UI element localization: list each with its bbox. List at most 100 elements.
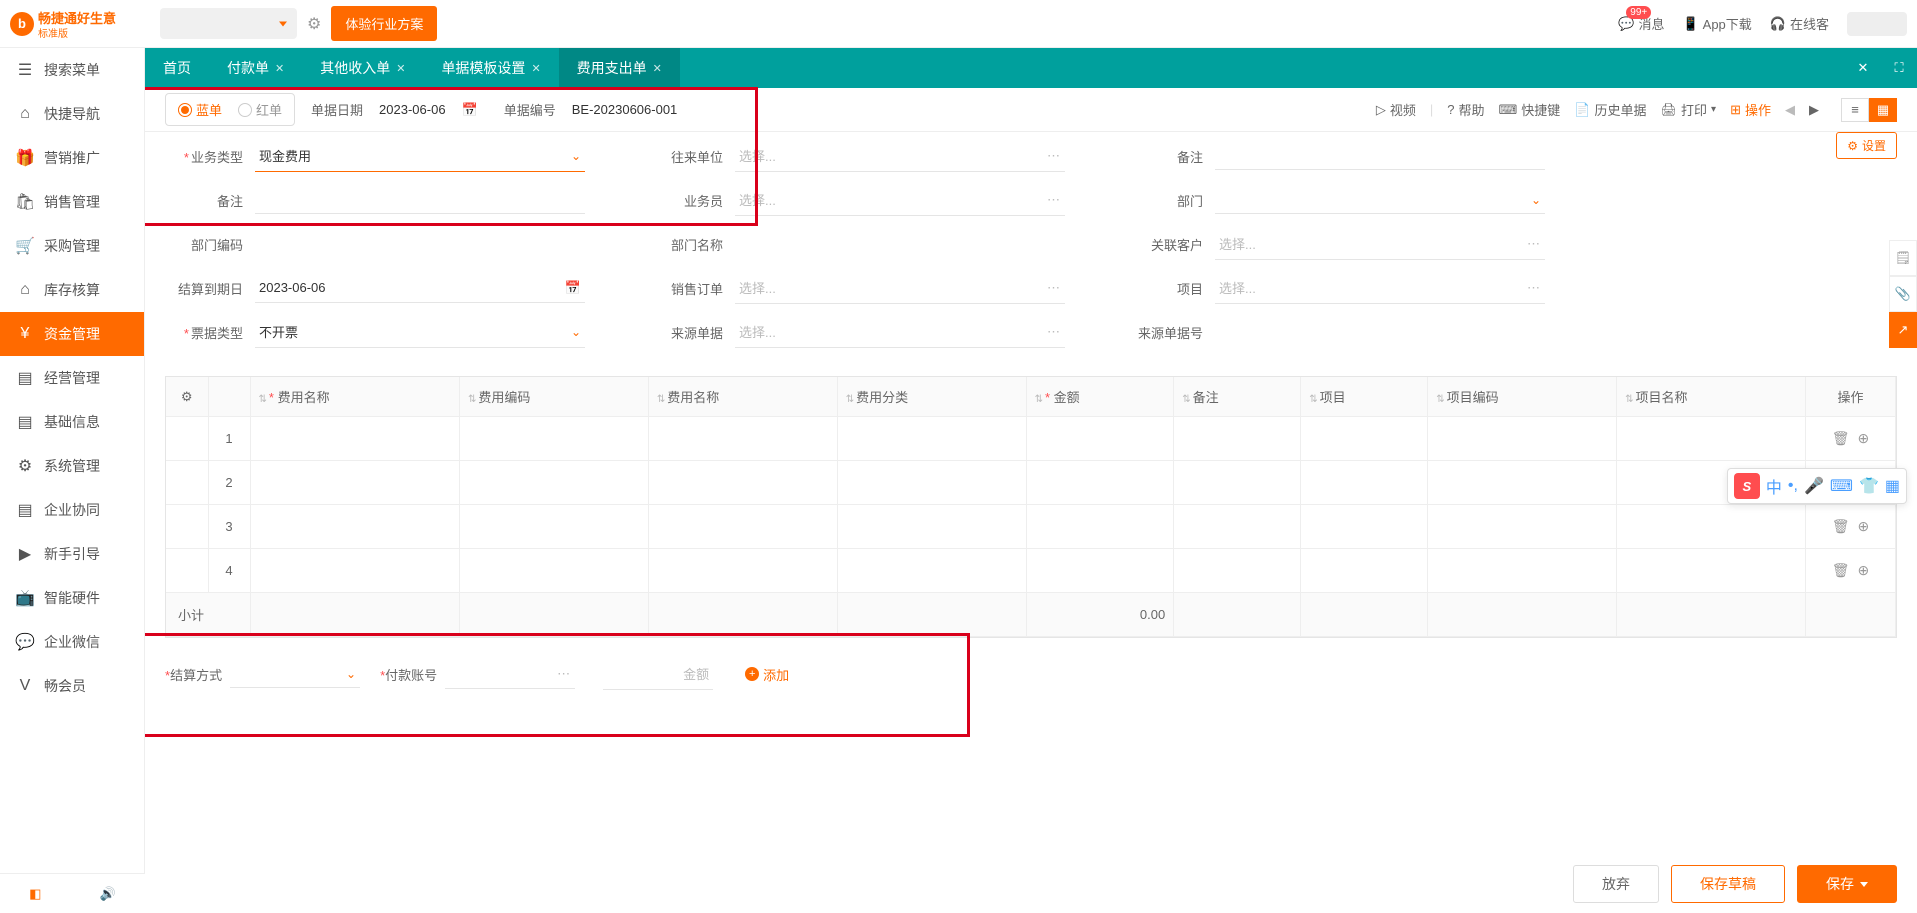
add-row-icon[interactable]: ⊕ [1858, 518, 1870, 534]
gear-icon[interactable]: ⚙ [307, 14, 321, 34]
table-row[interactable]: 1🗑⊕ [166, 417, 1896, 461]
blue-bill-radio[interactable]: 蓝单 [178, 100, 222, 119]
sidebar-item-8[interactable]: ▤基础信息 [0, 400, 144, 444]
tab-close-icon[interactable]: ✕ [396, 62, 405, 75]
pay-account-select[interactable]: ⋯ [445, 660, 575, 689]
delete-row-icon[interactable]: 🗑 [1832, 430, 1850, 446]
history-link[interactable]: 📄历史单据 [1574, 100, 1646, 119]
sidebar-item-9[interactable]: ⚙系统管理 [0, 444, 144, 488]
tab-close-icon[interactable]: ✕ [275, 62, 284, 75]
sidebar-item-6[interactable]: ¥资金管理 [0, 312, 144, 356]
sidebar-item-7[interactable]: ▤经营管理 [0, 356, 144, 400]
table-header[interactable]: ⇅项目编码 [1428, 377, 1617, 417]
table-header[interactable]: ⇅备注 [1174, 377, 1301, 417]
help-link[interactable]: ?帮助 [1447, 100, 1484, 119]
project-select[interactable]: 选择...⋯ [1215, 272, 1545, 304]
print-link[interactable]: 🖨打印▾ [1661, 100, 1717, 119]
settle-method-select[interactable]: ⌄ [230, 661, 360, 688]
calendar-icon[interactable]: 📅 [462, 102, 478, 118]
delete-row-icon[interactable]: 🗑 [1832, 518, 1850, 534]
red-bill-radio[interactable]: 红单 [238, 100, 282, 119]
save-button[interactable]: 保存 [1797, 865, 1897, 903]
add-row-icon[interactable]: ⊕ [1858, 562, 1870, 578]
ime-keyboard-icon[interactable]: ⌨ [1830, 476, 1853, 496]
table-header[interactable]: ⇅费用名称 [648, 377, 837, 417]
video-link[interactable]: ▷视频 [1376, 100, 1416, 119]
save-draft-button[interactable]: 保存草稿 [1671, 865, 1785, 903]
discard-button[interactable]: 放弃 [1573, 865, 1659, 903]
rail-attach-icon[interactable]: 📎 [1889, 276, 1917, 312]
app-download-link[interactable]: 📱 App下载 [1682, 14, 1751, 33]
next-doc-icon[interactable]: ▶ [1809, 102, 1819, 118]
sidebar-item-1[interactable]: ⌂快捷导航 [0, 92, 144, 136]
ime-punct-icon[interactable]: •, [1788, 477, 1798, 495]
add-payment-link[interactable]: 添加 [745, 665, 789, 684]
prev-doc-icon[interactable]: ◀ [1785, 102, 1795, 118]
sidebar-item-3[interactable]: 🛍销售管理 [0, 180, 144, 224]
table-header[interactable]: ⇅项目名称 [1617, 377, 1806, 417]
table-settings-col[interactable]: ⚙ [166, 377, 208, 417]
tab-fullscreen-icon[interactable]: ⛶ [1881, 48, 1917, 88]
tab-3[interactable]: 单据模板设置✕ [423, 48, 558, 88]
add-row-icon[interactable]: ⊕ [1858, 430, 1870, 446]
sidebar-item-4[interactable]: 🛒采购管理 [0, 224, 144, 268]
delete-row-icon[interactable]: 🗑 [1832, 562, 1850, 578]
table-row[interactable]: 2🗑⊕ [166, 461, 1896, 505]
invoice-type-select[interactable]: 不开票⌄ [255, 316, 585, 348]
try-industry-button[interactable]: 体验行业方案 [331, 6, 437, 41]
table-header[interactable]: ⇅费用编码 [459, 377, 648, 417]
remark2-input[interactable] [255, 186, 585, 214]
rel-customer-select[interactable]: 选择...⋯ [1215, 228, 1545, 260]
shortcut-link[interactable]: ⌨快捷键 [1499, 100, 1561, 119]
operate-link[interactable]: ⊞操作 [1730, 100, 1771, 119]
rail-note-icon[interactable]: 🗒 [1889, 240, 1917, 276]
sound-icon[interactable]: 🔊 [100, 886, 116, 902]
settings-button[interactable]: ⚙设置 [1836, 132, 1897, 159]
tab-close-all-icon[interactable]: ✕ [1845, 48, 1881, 88]
tab-0[interactable]: 首页 [145, 48, 209, 88]
sidebar-item-13[interactable]: 💬企业微信 [0, 620, 144, 664]
tab-close-icon[interactable]: ✕ [531, 62, 540, 75]
dept-select[interactable]: ⌄ [1215, 186, 1545, 214]
sidebar-item-0[interactable]: ☰搜索菜单 [0, 48, 144, 92]
table-header[interactable]: ⇅* 金额 [1026, 377, 1174, 417]
ime-toolbar[interactable]: S 中 •, 🎤 ⌨ 👕 ▦ [1727, 468, 1907, 504]
sidebar-label: 快捷导航 [44, 104, 100, 124]
user-avatar[interactable] [1847, 12, 1907, 36]
online-service-link[interactable]: 🎧 在线客 [1770, 14, 1829, 33]
list-view-button[interactable]: ≡ [1841, 98, 1869, 122]
doc-date-value[interactable]: 2023-06-06 [379, 102, 446, 117]
sidebar-item-14[interactable]: V畅会员 [0, 664, 144, 708]
sidebar-item-2[interactable]: 🎁营销推广 [0, 136, 144, 180]
collapse-icon[interactable]: ◧ [29, 886, 41, 902]
operator-select[interactable]: 选择...⋯ [735, 184, 1065, 216]
tab-2[interactable]: 其他收入单✕ [302, 48, 423, 88]
sales-order-select[interactable]: 选择...⋯ [735, 272, 1065, 304]
source-doc-select[interactable]: 选择...⋯ [735, 316, 1065, 348]
pay-amount-input[interactable]: 金额 [603, 658, 713, 690]
ime-mic-icon[interactable]: 🎤 [1804, 476, 1824, 496]
table-header[interactable]: ⇅* 费用名称 [250, 377, 459, 417]
table-header[interactable]: ⇅费用分类 [837, 377, 1026, 417]
tab-1[interactable]: 付款单✕ [209, 48, 302, 88]
sidebar-item-12[interactable]: 📺智能硬件 [0, 576, 144, 620]
ime-skin-icon[interactable]: 👕 [1859, 476, 1879, 496]
form-view-button[interactable]: ▦ [1869, 98, 1897, 122]
sidebar-item-10[interactable]: ▤企业协同 [0, 488, 144, 532]
table-row[interactable]: 3🗑⊕ [166, 505, 1896, 549]
settle-date-input[interactable]: 2023-06-06📅 [255, 274, 585, 303]
messages-link[interactable]: 💬 消息 99+ [1618, 14, 1664, 33]
tab-close-icon[interactable]: ✕ [653, 62, 662, 75]
ime-lang[interactable]: 中 [1766, 474, 1782, 498]
rail-expand-icon[interactable]: ↗ [1889, 312, 1917, 348]
party-select[interactable]: 选择...⋯ [735, 140, 1065, 172]
sidebar-item-11[interactable]: ▶新手引导 [0, 532, 144, 576]
company-selector[interactable] [160, 8, 297, 39]
sidebar-item-5[interactable]: ⌂库存核算 [0, 268, 144, 312]
table-row[interactable]: 4🗑⊕ [166, 549, 1896, 593]
table-header[interactable]: ⇅项目 [1301, 377, 1428, 417]
tab-4[interactable]: 费用支出单✕ [559, 48, 680, 88]
ime-toolbox-icon[interactable]: ▦ [1885, 476, 1900, 496]
biz-type-select[interactable]: 现金费用⌄ [255, 140, 585, 172]
remark-input[interactable] [1215, 142, 1545, 170]
